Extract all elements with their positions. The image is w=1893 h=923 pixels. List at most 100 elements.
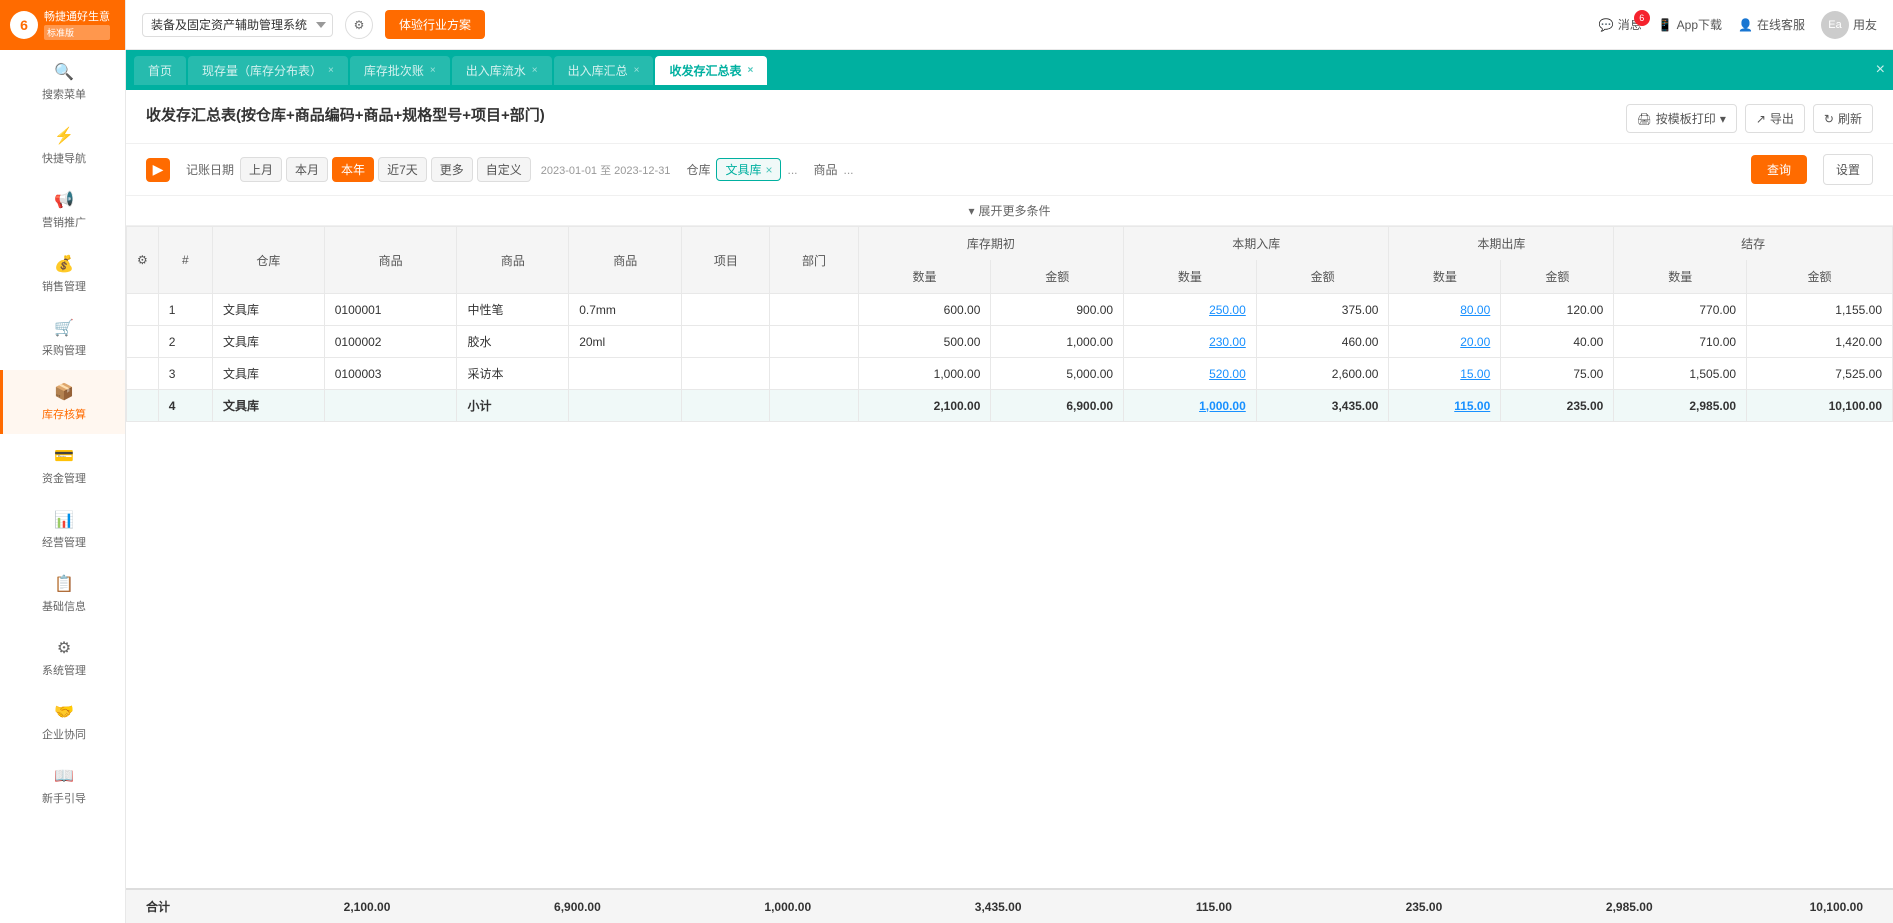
sidebar-item-label: 采购管理 [42, 342, 86, 358]
sidebar-item-label: 企业协同 [42, 726, 86, 742]
cell-bal-qty: 2,985.00 [1614, 390, 1747, 422]
cell-in-qty: 1,000.00 [1124, 390, 1257, 422]
date-btn-近7天[interactable]: 近7天 [378, 157, 427, 182]
tab-label: 库存批次账 [364, 62, 424, 79]
logo-icon: 6 [10, 11, 38, 39]
warehouse-filter-label: 仓库 [686, 161, 710, 178]
query-button[interactable]: 查询 [1751, 155, 1807, 184]
cell-warehouse: 文具库 [213, 358, 325, 390]
experience-button[interactable]: 体验行业方案 [385, 10, 485, 39]
filter-toggle-button[interactable]: ▶ [146, 158, 170, 182]
sidebar-item-经营管理[interactable]: 📊 经营管理 [0, 498, 125, 562]
tab-close-icon[interactable]: × [634, 65, 640, 76]
col-warehouse-header: 仓库 [213, 227, 325, 294]
online-service-label: 在线客服 [1757, 16, 1805, 33]
sidebar-item-快捷导航[interactable]: ⚡ 快捷导航 [0, 114, 125, 178]
tab-收发存汇总表[interactable]: 收发存汇总表 × [655, 56, 767, 85]
cell-no [127, 390, 159, 422]
cell-spec [569, 390, 682, 422]
sidebar-item-采购管理[interactable]: 🛒 采购管理 [0, 306, 125, 370]
expand-more-bar: ▾ 展开更多条件 [126, 196, 1893, 226]
close-all-tabs-icon[interactable]: × [1876, 61, 1885, 79]
sidebar-icon: 📖 [54, 766, 74, 786]
cell-no-val: 3 [158, 358, 212, 390]
system-select[interactable]: 装备及固定资产辅助管理系统 [142, 13, 333, 37]
app-download-action[interactable]: 📱 App下载 [1658, 16, 1722, 33]
goods-more-btn[interactable]: ... [844, 163, 854, 177]
col-bal-qty-header: 数量 [1614, 260, 1747, 294]
tab-出入库汇总[interactable]: 出入库汇总× [554, 56, 654, 85]
footer-bal-amt: 10,100.00 [1663, 900, 1873, 914]
col-settings-header[interactable]: ⚙ [127, 227, 159, 294]
col-open-qty-header: 数量 [858, 260, 991, 294]
tab-bar: 首页现存量（库存分布表）×库存批次账×出入库流水×出入库汇总×收发存汇总表×× [126, 50, 1893, 90]
cell-warehouse: 文具库 [213, 390, 325, 422]
tab-首页[interactable]: 首页 [134, 56, 186, 85]
warehouse-tag[interactable]: 文具库 × [716, 158, 781, 181]
topbar-system: 装备及固定资产辅助管理系统 [142, 13, 333, 37]
refresh-button[interactable]: ↻ 刷新 [1813, 104, 1873, 133]
date-btn-本月[interactable]: 本月 [286, 157, 328, 182]
settings-icon[interactable]: ⚙ [345, 11, 373, 39]
filter-settings-button[interactable]: 设置 [1823, 154, 1873, 185]
sidebar-item-资金管理[interactable]: 💳 资金管理 [0, 434, 125, 498]
cell-bal-qty: 710.00 [1614, 326, 1747, 358]
footer-open-amt: 6,900.00 [400, 900, 610, 914]
message-badge: 6 [1634, 10, 1650, 26]
cell-code: 0100003 [324, 358, 457, 390]
logo-badge: 标准版 [44, 25, 110, 40]
cell-dept [770, 390, 858, 422]
online-service-action[interactable]: 👤 在线客服 [1738, 16, 1805, 33]
cell-name: 小计 [457, 390, 569, 422]
date-btn-本年[interactable]: 本年 [332, 157, 374, 182]
sidebar-item-营销推广[interactable]: 📢 营销推广 [0, 178, 125, 242]
date-btn-更多[interactable]: 更多 [431, 157, 473, 182]
tab-label: 出入库流水 [466, 62, 526, 79]
date-btn-上月[interactable]: 上月 [240, 157, 282, 182]
cell-code: 0100002 [324, 326, 457, 358]
cell-open-qty: 2,100.00 [858, 390, 991, 422]
sidebar-item-系统管理[interactable]: ⚙ 系统管理 [0, 626, 125, 690]
sidebar-item-企业协同[interactable]: 🤝 企业协同 [0, 690, 125, 754]
cell-open-qty: 600.00 [858, 294, 991, 326]
col-dept-header: 部门 [770, 227, 858, 294]
sidebar-item-库存核算[interactable]: 📦 库存核算 [0, 370, 125, 434]
warehouse-more-btn[interactable]: ... [787, 163, 797, 177]
cell-open-qty: 1,000.00 [858, 358, 991, 390]
col-spec-header: 商品 [569, 227, 682, 294]
tab-出入库流水[interactable]: 出入库流水 × [452, 56, 552, 85]
user-action[interactable]: Ea 用友 [1821, 11, 1877, 39]
cell-name: 采访本 [457, 358, 569, 390]
topbar: 装备及固定资产辅助管理系统 ⚙ 体验行业方案 💬 消息 6 📱 App下载 👤 … [126, 0, 1893, 50]
sidebar-icon: 📋 [54, 574, 74, 594]
data-table: ⚙ # 仓库 商品 商品 商品 项目 部门 库存期初 本期入库 本期出库 结存 [126, 226, 1893, 422]
tab-库存批次账[interactable]: 库存批次账 × [350, 56, 450, 85]
page-right-actions: 🖨 按模板打印 ▾ ↗ 导出 ↻ 刷新 [1626, 104, 1873, 133]
tab-close-icon[interactable]: × [747, 65, 753, 76]
sidebar-item-销售管理[interactable]: 💰 销售管理 [0, 242, 125, 306]
cell-spec: 0.7mm [569, 294, 682, 326]
expand-more-button[interactable]: ▾ 展开更多条件 [968, 202, 1050, 219]
sidebar-item-搜索菜单[interactable]: 🔍 搜索菜单 [0, 50, 125, 114]
tab-close-icon[interactable]: × [430, 65, 436, 76]
export-button[interactable]: ↗ 导出 [1745, 104, 1805, 133]
refresh-label: 刷新 [1838, 110, 1862, 127]
print-button[interactable]: 🖨 按模板打印 ▾ [1626, 104, 1737, 133]
sidebar-item-label: 快捷导航 [42, 150, 86, 166]
tab-label: 收发存汇总表 [669, 62, 741, 79]
cell-no-val: 1 [158, 294, 212, 326]
tab-close-icon[interactable]: × [328, 65, 334, 76]
sidebar-item-新手引导[interactable]: 📖 新手引导 [0, 754, 125, 818]
tab-现存量（库存分布表）[interactable]: 现存量（库存分布表）× [188, 56, 348, 85]
cell-open-qty: 500.00 [858, 326, 991, 358]
date-btn-自定义[interactable]: 自定义 [477, 157, 531, 182]
warehouse-tag-close-icon[interactable]: × [765, 163, 772, 177]
message-action[interactable]: 💬 消息 6 [1599, 16, 1642, 33]
tab-close-icon[interactable]: × [532, 65, 538, 76]
cell-bal-qty: 1,505.00 [1614, 358, 1747, 390]
sidebar-item-基础信息[interactable]: 📋 基础信息 [0, 562, 125, 626]
col-no-header: # [158, 227, 212, 294]
table-row: 1 文具库 0100001 中性笔 0.7mm 600.00 900.00 25… [127, 294, 1893, 326]
cell-project [682, 294, 770, 326]
filter-bar: ▶ 记账日期 上月本月本年近7天更多自定义 2023-01-01 至 2023-… [126, 144, 1893, 196]
